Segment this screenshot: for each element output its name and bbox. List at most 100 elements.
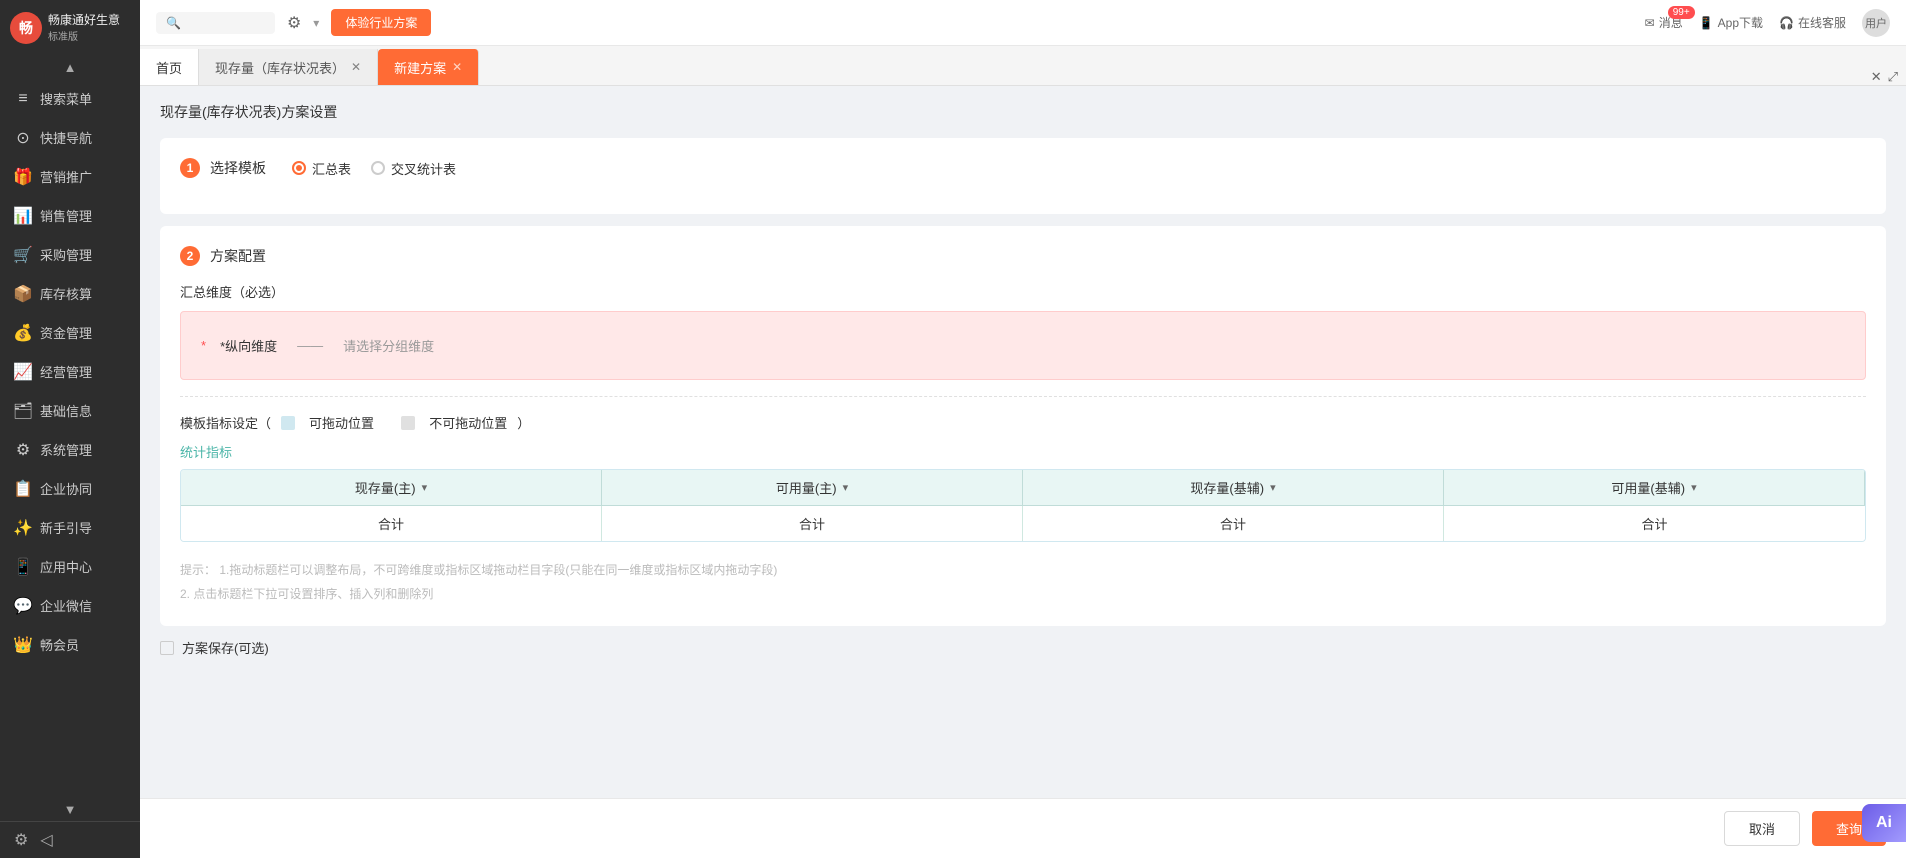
sidebar-item-quick-nav[interactable]: ⊙ 快捷导航: [0, 118, 140, 157]
message-btn[interactable]: ✉ 消息 99+: [1645, 14, 1683, 31]
required-star: *: [201, 338, 206, 353]
gear-icon[interactable]: ⚙: [287, 13, 301, 33]
chevron-down-icon-col4[interactable]: ▾: [1691, 481, 1697, 494]
chevron-down-icon-col2[interactable]: ▾: [843, 481, 849, 494]
message-badge: 99+: [1668, 6, 1695, 19]
sidebar-item-search-menu[interactable]: ≡ 搜索菜单: [0, 79, 140, 118]
tab-inventory-status[interactable]: 现存量（库存状况表） ✕: [199, 49, 378, 85]
sound-icon[interactable]: ◁: [40, 830, 52, 850]
inventory-icon: 📦: [14, 285, 32, 303]
step1-header: 1 选择模板 汇总表 交叉统计表: [180, 158, 1866, 178]
trial-btn[interactable]: 体验行业方案: [331, 9, 431, 36]
sidebar-item-system[interactable]: ⚙ 系统管理: [0, 430, 140, 469]
sidebar-item-contract[interactable]: 📋 企业协同: [0, 469, 140, 508]
save-checkbox[interactable]: [160, 641, 174, 655]
service-btn[interactable]: 🎧 在线客服: [1779, 14, 1846, 31]
step2-title: 方案配置: [210, 246, 266, 266]
dimension-dash: ——: [297, 338, 323, 353]
settings-icon[interactable]: ⚙: [14, 830, 28, 850]
sidebar-item-inventory[interactable]: 📦 库存核算: [0, 274, 140, 313]
stats-table: 现存量(主) ▾ 可用量(主) ▾ 现存量(基辅) ▾ 可用量(基辅) ▾: [180, 469, 1866, 542]
search-menu-icon: ≡: [14, 90, 32, 108]
stats-header-col1[interactable]: 现存量(主) ▾: [181, 470, 602, 506]
stats-body-col1: 合计: [181, 506, 602, 541]
message-icon: ✉: [1645, 16, 1655, 30]
page-content: 现存量(库存状况表)方案设置 1 选择模板 汇总表 交叉统计表: [140, 86, 1906, 798]
save-option: 方案保存(可选): [160, 638, 1886, 657]
search-icon: 🔍: [166, 16, 181, 30]
sidebar-item-business[interactable]: 📈 经营管理: [0, 352, 140, 391]
contract-icon: 📋: [14, 480, 32, 498]
stats-header-col4[interactable]: 可用量(基辅) ▾: [1444, 470, 1865, 506]
dimension-placeholder: 请选择分组维度: [343, 336, 434, 355]
tab-new-plan-close[interactable]: ✕: [452, 60, 462, 74]
chevron-down-icon-col3[interactable]: ▾: [1270, 481, 1276, 494]
non-draggable-label: 不可拖动位置: [429, 413, 507, 432]
business-icon: 📈: [14, 363, 32, 381]
dimension-section-label: 汇总维度（必选）: [180, 282, 1866, 301]
page-title: 现存量(库存状况表)方案设置: [160, 102, 1886, 122]
sidebar-scroll-down[interactable]: ▼: [0, 798, 140, 821]
step2-num: 2: [180, 246, 200, 266]
sidebar-item-marketing[interactable]: 🎁 营销推广: [0, 157, 140, 196]
tab-new-plan[interactable]: 新建方案 ✕: [378, 49, 479, 85]
hint-line-1: 提示： 1.拖动标题栏可以调整布局，不可跨维度或指标区域拖动栏目字段(只能在同一…: [180, 558, 1866, 582]
search-input[interactable]: [185, 16, 265, 30]
stats-header-col3[interactable]: 现存量(基辅) ▾: [1023, 470, 1444, 506]
step2-header: 2 方案配置: [180, 246, 1866, 266]
indicator-close-paren: ）: [517, 413, 530, 432]
save-label: 方案保存(可选): [182, 638, 269, 657]
ai-button[interactable]: Ai: [1862, 804, 1906, 842]
search-box[interactable]: 🔍: [156, 12, 275, 34]
basic-icon: 🗂: [14, 402, 32, 420]
step2-card: 2 方案配置 汇总维度（必选） * *纵向维度 —— 请选择分组维度 模板指标设…: [160, 226, 1886, 626]
stats-header-col2[interactable]: 可用量(主) ▾: [602, 470, 1023, 506]
cancel-button[interactable]: 取消: [1724, 811, 1800, 846]
stats-body-col4: 合计: [1444, 506, 1865, 541]
radio-summary[interactable]: 汇总表: [292, 159, 351, 178]
member-icon: 👑: [14, 636, 32, 654]
headset-icon: 🎧: [1779, 16, 1794, 30]
sidebar-item-sales[interactable]: 📊 销售管理: [0, 196, 140, 235]
system-icon: ⚙: [14, 441, 32, 459]
dropdown-icon[interactable]: ▾: [313, 16, 319, 30]
sidebar-item-purchase[interactable]: 🛒 采购管理: [0, 235, 140, 274]
sidebar-item-member[interactable]: 👑 畅会员: [0, 625, 140, 664]
dimension-box[interactable]: * *纵向维度 —— 请选择分组维度: [180, 311, 1866, 380]
sidebar-item-app-center[interactable]: 📱 应用中心: [0, 547, 140, 586]
sidebar-item-wechat[interactable]: 💬 企业微信: [0, 586, 140, 625]
sidebar-logo: 畅 畅康通好生意 标准版: [0, 0, 140, 56]
tab-home[interactable]: 首页: [140, 49, 199, 85]
finance-icon: 💰: [14, 324, 32, 342]
topbar-right: ✉ 消息 99+ 📱 App下载 🎧 在线客服 用户: [1645, 9, 1890, 37]
main-area: 🔍 ⚙ ▾ 体验行业方案 ✉ 消息 99+ 📱 App下载 🎧 在线客服 用户: [140, 0, 1906, 858]
non-draggable-tag: [401, 416, 415, 430]
template-radio-group: 汇总表 交叉统计表: [292, 159, 456, 178]
gift-icon: 🎁: [14, 168, 32, 186]
tab-expand[interactable]: ⤢: [1888, 69, 1898, 85]
stats-title: 统计指标: [180, 442, 1866, 461]
indicator-label-text: 模板指标设定（: [180, 413, 271, 432]
sidebar-nav: ≡ 搜索菜单 ⊙ 快捷导航 🎁 营销推广 📊 销售管理 🛒 采购管理 📦 库存核…: [0, 79, 140, 798]
phone-icon: 📱: [1699, 16, 1714, 30]
tabbar: 首页 现存量（库存状况表） ✕ 新建方案 ✕ ✕ ⤢: [140, 46, 1906, 86]
indicator-settings: 模板指标设定（ 可拖动位置 不可拖动位置 ） 统计指标 现存量(主) ▾: [180, 413, 1866, 606]
tabbar-actions: ✕ ⤢: [1871, 69, 1906, 85]
step1-num: 1: [180, 158, 200, 178]
sidebar-item-basic[interactable]: 🗂 基础信息: [0, 391, 140, 430]
sidebar-scroll-up[interactable]: ▲: [0, 56, 140, 79]
radio-summary-circle: [292, 161, 306, 175]
home-icon: ⊙: [14, 129, 32, 147]
tab-close-all[interactable]: ✕: [1871, 69, 1882, 85]
sidebar-item-new-guide[interactable]: ✨ 新手引导: [0, 508, 140, 547]
indicator-label-row: 模板指标设定（ 可拖动位置 不可拖动位置 ）: [180, 413, 1866, 432]
tab-inventory-close[interactable]: ✕: [351, 60, 361, 74]
radio-cross[interactable]: 交叉统计表: [371, 159, 456, 178]
logo-text: 畅康通好生意 标准版: [48, 13, 120, 44]
chevron-down-icon-col1[interactable]: ▾: [422, 481, 428, 494]
sidebar-item-finance[interactable]: 💰 资金管理: [0, 313, 140, 352]
sidebar-footer: ⚙ ◁: [0, 821, 140, 858]
avatar[interactable]: 用户: [1862, 9, 1890, 37]
page-footer: 取消 查询: [140, 798, 1906, 858]
app-download-btn[interactable]: 📱 App下载: [1699, 14, 1763, 31]
